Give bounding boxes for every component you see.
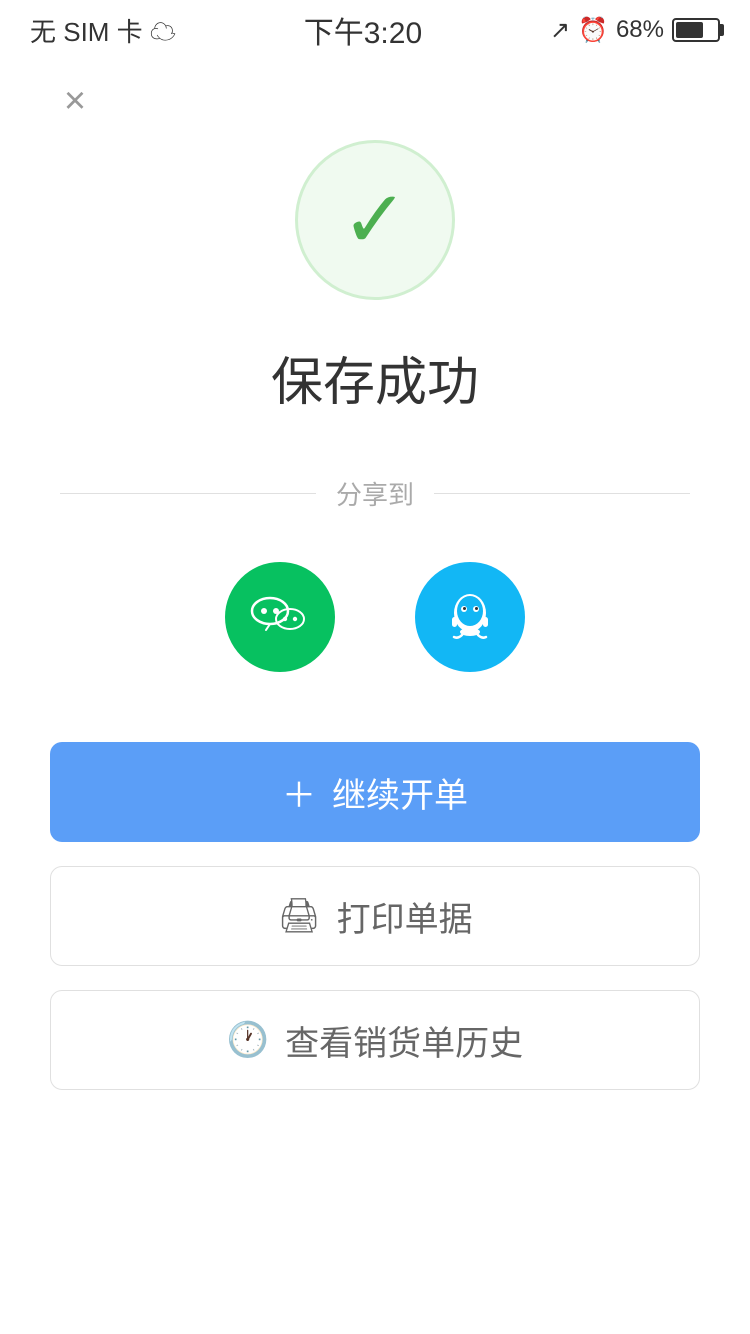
alarm-icon: ⏰ <box>578 16 608 45</box>
print-icon: 🖨 <box>277 896 320 936</box>
qq-share-button[interactable] <box>415 562 525 672</box>
share-label: 分享到 <box>316 475 434 512</box>
status-time: 下午3:20 <box>304 8 422 52</box>
history-icon: 🕐 <box>227 1020 269 1060</box>
print-label: 打印单据 <box>337 892 473 941</box>
share-icons <box>225 562 525 672</box>
main-content: ✓ 保存成功 分享到 <box>0 60 750 1090</box>
close-button[interactable]: × <box>50 76 100 126</box>
continue-button[interactable]: ＋ 继续开单 <box>50 742 700 842</box>
battery-icon <box>672 18 720 42</box>
qq-icon <box>438 585 502 649</box>
wechat-icon <box>248 585 312 649</box>
success-title: 保存成功 <box>271 340 479 415</box>
plus-icon: ＋ <box>282 768 316 817</box>
action-buttons: ＋ 继续开单 🖨 打印单据 🕐 查看销货单历史 <box>0 742 750 1090</box>
print-button[interactable]: 🖨 打印单据 <box>50 866 700 966</box>
status-left: 无 SIM 卡 ☁ <box>30 12 176 49</box>
status-right: ↗ ⏰ 68% <box>550 16 720 45</box>
no-sim-text: 无 SIM 卡 ☁ <box>30 12 176 49</box>
history-label: 查看销货单历史 <box>285 1016 523 1065</box>
battery-fill <box>676 22 703 38</box>
battery-percent: 68% <box>616 16 664 44</box>
close-icon: × <box>64 82 86 120</box>
continue-label: 继续开单 <box>332 768 468 817</box>
wechat-share-button[interactable] <box>225 562 335 672</box>
status-bar: 无 SIM 卡 ☁ 下午3:20 ↗ ⏰ 68% <box>0 0 750 60</box>
divider-line-left <box>60 493 316 494</box>
divider-line-right <box>434 493 690 494</box>
checkmark-icon: ✓ <box>341 180 408 260</box>
history-button[interactable]: 🕐 查看销货单历史 <box>50 990 700 1090</box>
location-icon: ↗ <box>550 16 570 45</box>
success-circle: ✓ <box>295 140 455 300</box>
share-divider: 分享到 <box>0 475 750 512</box>
